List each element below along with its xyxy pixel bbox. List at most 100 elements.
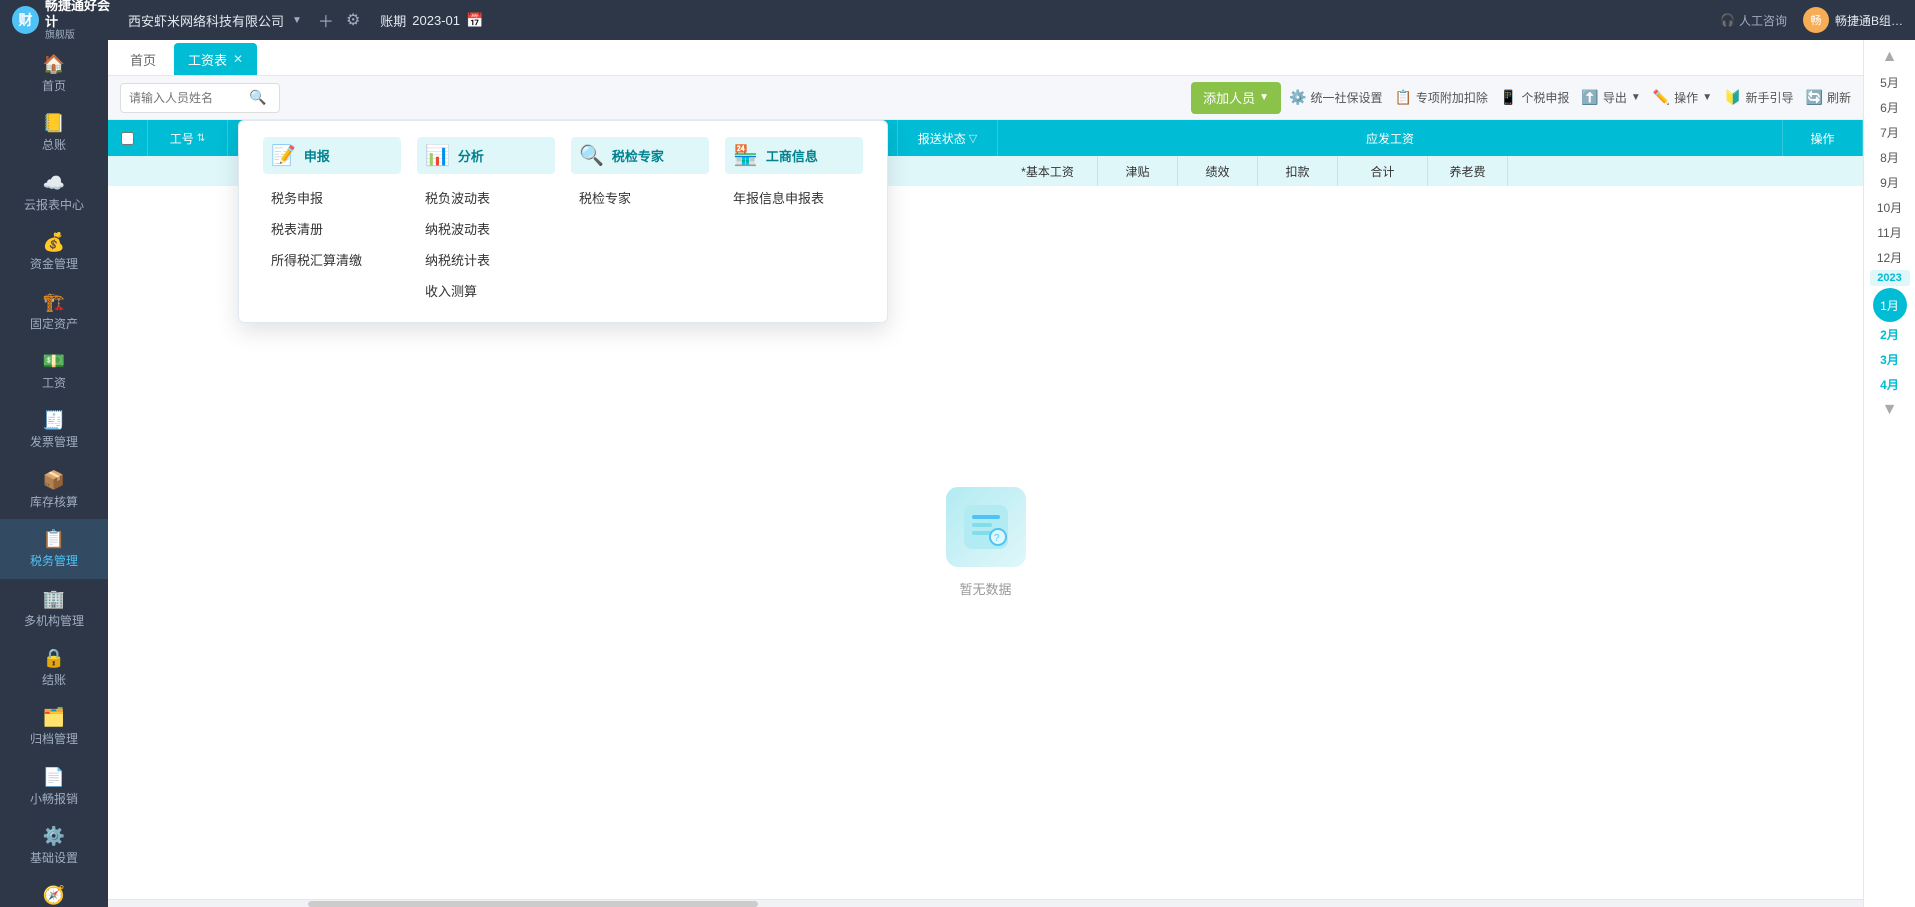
toolbar-action-operations[interactable]: ✏️ 操作 ▼ (1653, 89, 1712, 106)
menu-item-tax-flow[interactable]: 纳税波动表 (417, 213, 555, 244)
timeline-month-10月[interactable]: 10月 (1870, 195, 1910, 220)
menu-item-annual-report[interactable]: 年报信息申报表 (725, 182, 863, 213)
timeline-year-2023: 2023 (1870, 270, 1910, 286)
sidebar-label-tax: 税务管理 (30, 554, 78, 568)
menu-section-analysis: 📊 分析 税负波动表纳税波动表纳税统计表收入测算 (409, 137, 563, 306)
menu-section-icon-analysis: 📊 (425, 143, 450, 168)
add-employee-button[interactable]: 添加人员 ▼ (1191, 82, 1281, 114)
timeline-month-11月[interactable]: 11月 (1870, 220, 1910, 245)
content-area: 首页 工资表 ✕ 🔍 添加人员 ▼ ⚙️ 统一社保设置 📋 专项附加扣除 📱 (108, 40, 1863, 907)
sidebar-item-settings[interactable]: ⚙️ 基础设置 (0, 816, 108, 875)
toolbar-action-export[interactable]: ⬆️ 导出 ▼ (1581, 89, 1640, 106)
toolbar-label-export: 导出 (1603, 89, 1627, 106)
menu-section-declaration: 📝 申报 税务申报税表清册所得税汇算清缴 (255, 137, 409, 306)
sidebar-item-close[interactable]: 🔒 结账 (0, 638, 108, 697)
sidebar-icon-close: 🔒 (43, 648, 65, 669)
toolbar-label-tax-declaration: 个税申报 (1521, 89, 1569, 106)
sidebar-item-home[interactable]: 🏠 首页 (0, 44, 108, 103)
service-button[interactable]: 🎧 人工咨询 (1720, 12, 1787, 29)
timeline-month-8月[interactable]: 8月 (1870, 145, 1910, 170)
sidebar-item-multi-org[interactable]: 🏢 多机构管理 (0, 579, 108, 638)
salary-tab-label: 工资表 (188, 50, 227, 69)
top-header: 财 畅捷通好会计 旗舰版 西安虾米网络科技有限公司 ▼ ＋ ⚙ 账期 2023-… (0, 0, 1915, 40)
sidebar-item-tax[interactable]: 📋 税务管理 (0, 519, 108, 578)
sidebar-item-salary[interactable]: 💵 工资 (0, 341, 108, 400)
menu-item-tax-burden[interactable]: 税负波动表 (417, 182, 555, 213)
th-total: 合计 (1338, 156, 1428, 186)
sidebar-icon-multi-org: 🏢 (43, 589, 65, 610)
menu-section-icon-tax-expert: 🔍 (579, 143, 604, 168)
search-input[interactable] (129, 91, 249, 105)
menu-item-income-tax-summary[interactable]: 所得税汇算清缴 (263, 244, 401, 275)
timeline-month-current-2月[interactable]: 2月 (1870, 322, 1910, 347)
settings-icon[interactable]: ⚙ (346, 10, 360, 30)
menu-item-tax-stats[interactable]: 纳税统计表 (417, 244, 555, 275)
timeline-month-9月[interactable]: 9月 (1870, 170, 1910, 195)
period-label: 账期 (380, 11, 406, 30)
toolbar-label-refresh: 刷新 (1827, 89, 1851, 106)
toolbar-action-tax-declaration[interactable]: 📱 个税申报 (1500, 89, 1569, 106)
period-selector[interactable]: 账期 2023-01 📅 (380, 11, 483, 30)
menu-item-tax-filing[interactable]: 税务申报 (263, 182, 401, 213)
sidebar-item-cloud-report[interactable]: ☁️ 云报表中心 (0, 163, 108, 222)
sort-icon[interactable]: ⇅ (197, 133, 205, 144)
sidebar-icon-salary: 💵 (43, 351, 65, 372)
th-checkbox[interactable] (108, 120, 148, 156)
menu-section-title-tax-expert: 税检专家 (612, 146, 664, 165)
sidebar-item-fixed-assets[interactable]: 🏗️ 固定资产 (0, 282, 108, 341)
toolbar-label-guide: 新手引导 (1746, 89, 1794, 106)
sidebar-icon-settings: ⚙️ (43, 826, 65, 847)
menu-section-title-declaration: 申报 (304, 146, 330, 165)
sidebar-item-report[interactable]: 📄 小畅报销 (0, 757, 108, 816)
sidebar-item-invoice[interactable]: 🧾 发票管理 (0, 400, 108, 459)
timeline-nav-down[interactable]: ▼ (1882, 397, 1898, 423)
menu-section-header-analysis: 📊 分析 (417, 137, 555, 174)
sidebar-icon-guide: 🧭 (43, 885, 65, 906)
toolbar-action-special-deduction[interactable]: 📋 专项附加扣除 (1394, 89, 1487, 106)
user-area[interactable]: 畅 畅捷通B组… (1803, 7, 1903, 33)
chevron-down-icon: ▼ (292, 15, 302, 26)
sidebar-icon-invoice: 🧾 (43, 410, 65, 431)
menu-section-header-declaration: 📝 申报 (263, 137, 401, 174)
logo-text: 畅捷通好会计 旗舰版 (45, 0, 120, 42)
timeline-month-current-4月[interactable]: 4月 (1870, 372, 1910, 397)
timeline-month-7月[interactable]: 7月 (1870, 120, 1910, 145)
sidebar-item-ledger[interactable]: 📒 总账 (0, 103, 108, 162)
toolbar-action-refresh[interactable]: 🔄 刷新 (1806, 89, 1851, 106)
timeline-month-current-1月[interactable]: 1月 (1873, 288, 1907, 322)
tab-salary-table[interactable]: 工资表 ✕ (174, 43, 257, 75)
search-wrap: 🔍 (120, 83, 280, 113)
sidebar-item-fund[interactable]: 💰 资金管理 (0, 222, 108, 281)
search-icon: 🔍 (249, 89, 266, 106)
menu-item-income-check[interactable]: 收入测算 (417, 275, 555, 306)
menu-item-tax-table[interactable]: 税表清册 (263, 213, 401, 244)
menu-item-tax-expert-item[interactable]: 税检专家 (571, 182, 709, 213)
scroll-bar[interactable] (108, 899, 1863, 907)
toolbar-icon-tax-declaration: 📱 (1500, 89, 1517, 106)
select-all-checkbox[interactable] (121, 132, 134, 145)
scroll-thumb[interactable] (308, 901, 758, 907)
tab-home[interactable]: 首页 (116, 43, 170, 75)
timeline-month-current-3月[interactable]: 3月 (1870, 347, 1910, 372)
sidebar-item-inventory[interactable]: 📦 库存核算 (0, 460, 108, 519)
filter-report-icon[interactable]: ▽ (969, 132, 977, 145)
sidebar-item-guide[interactable]: 🧭 新手引导 (0, 875, 108, 907)
logo-area: 财 畅捷通好会计 旗舰版 (12, 0, 120, 42)
timeline-month-12月[interactable]: 12月 (1870, 245, 1910, 270)
sidebar-icon-fixed-assets: 🏗️ (43, 292, 65, 313)
tab-close-icon[interactable]: ✕ (233, 52, 243, 66)
timeline-month-5月[interactable]: 5月 (1870, 70, 1910, 95)
sidebar-label-home: 首页 (42, 79, 66, 93)
toolbar-action-guide[interactable]: 🔰 新手引导 (1724, 89, 1793, 106)
chevron-icon: ▼ (1702, 92, 1712, 103)
sidebar-icon-tax: 📋 (43, 529, 65, 550)
sidebar-label-archive: 归档管理 (30, 732, 78, 746)
sidebar-item-archive[interactable]: 🗂️ 归档管理 (0, 697, 108, 756)
app-name: 畅捷通好会计 (45, 0, 120, 30)
toolbar-action-social-insurance[interactable]: ⚙️ 统一社保设置 (1289, 89, 1382, 106)
company-selector[interactable]: 西安虾米网络科技有限公司 ▼ (128, 11, 302, 30)
add-company-icon[interactable]: ＋ (318, 8, 334, 32)
menu-section-icon-declaration: 📝 (271, 143, 296, 168)
timeline-nav-up[interactable]: ▲ (1882, 44, 1898, 70)
timeline-month-6月[interactable]: 6月 (1870, 95, 1910, 120)
